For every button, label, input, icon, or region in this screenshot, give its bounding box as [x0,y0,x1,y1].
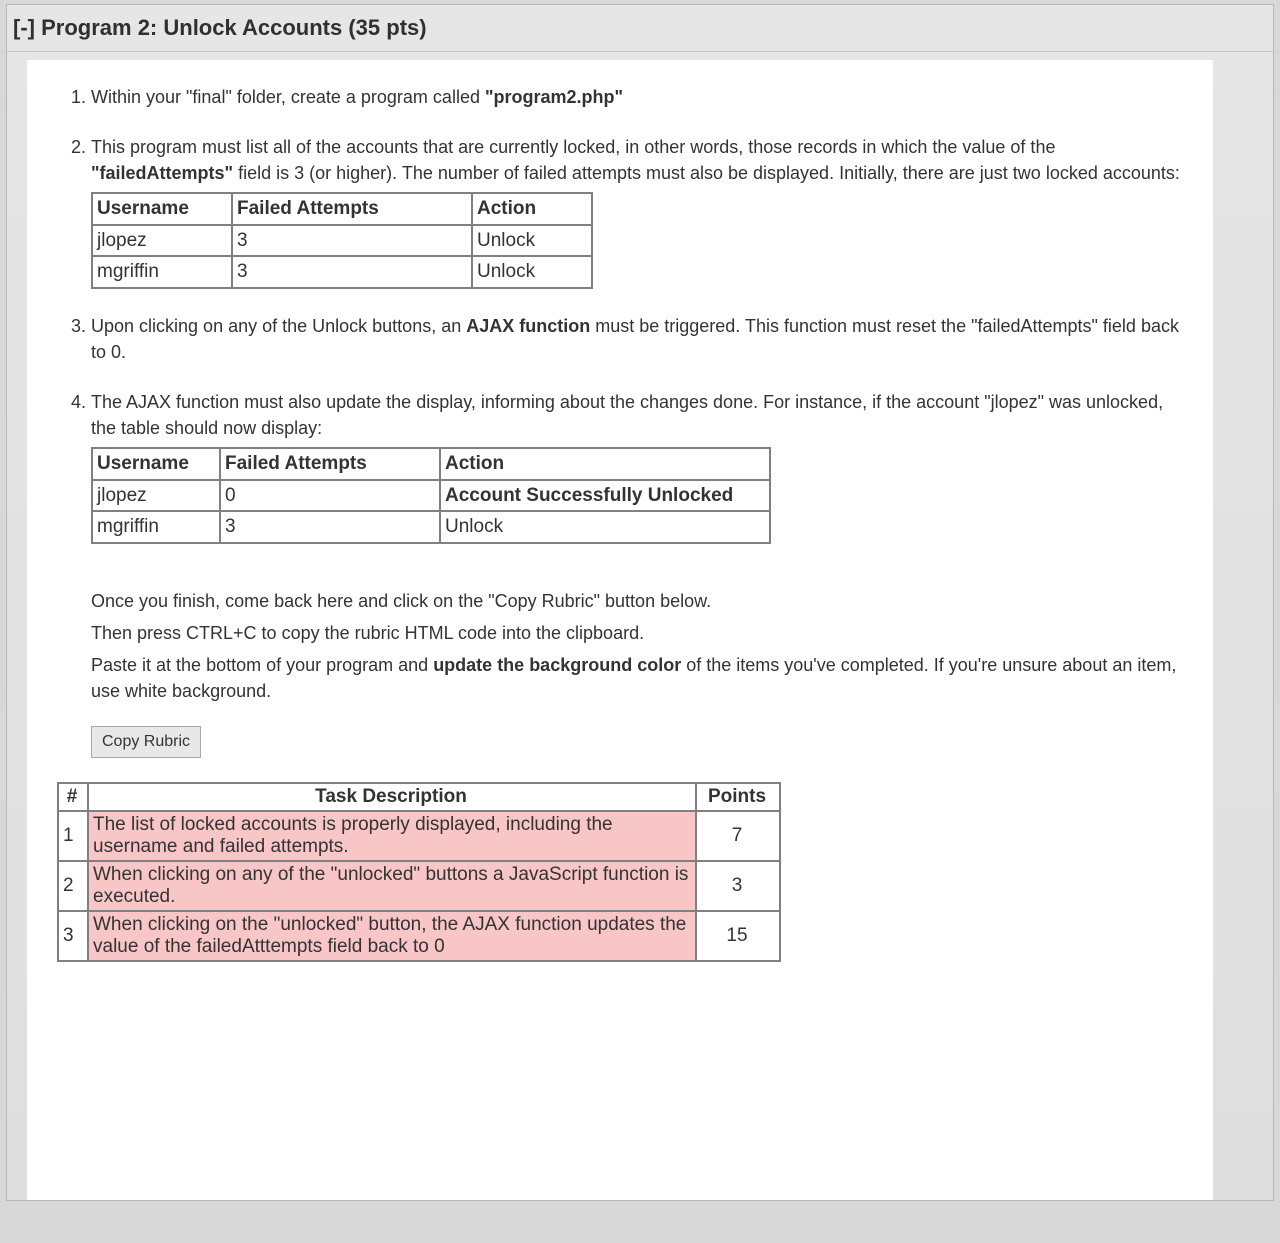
rubric-col-pts: Points [696,783,780,811]
cell-failed: 3 [232,256,472,288]
cell-action: Unlock [472,256,592,288]
table-row: mgriffin 3 Unlock [92,511,770,543]
step-2-text-b: field is 3 (or higher). The number of fa… [233,163,1180,183]
col-action: Action [472,193,592,225]
instr-line3: Paste it at the bottom of your program a… [91,652,1193,704]
rubric-pts: 7 [696,811,780,861]
step-2-text-a: This program must list all of the accoun… [91,137,1055,157]
cell-action-bold: Account Successfully Unlocked [445,485,733,506]
step-1: Within your "final" folder, create a pro… [91,84,1193,110]
col-failed: Failed Attempts [232,193,472,225]
section-panel: [-] Program 2: Unlock Accounts (35 pts) … [6,4,1274,1201]
rubric-col-desc: Task Description [88,783,696,811]
page-root: [-] Program 2: Unlock Accounts (35 pts) … [0,0,1280,1201]
cell-action: Unlock [440,511,770,543]
rubric-table: # Task Description Points 1 The list of … [57,782,781,962]
instr-line3-bold: update the background color [433,655,681,675]
rubric-pts: 15 [696,911,780,961]
rubric-desc: The list of locked accounts is properly … [88,811,696,861]
step-2-bold: "failedAttempts" [91,163,233,183]
step-3-text-a: Upon clicking on any of the Unlock butto… [91,316,466,336]
rubric-wrap: # Task Description Points 1 The list of … [57,782,1193,962]
cell-failed: 3 [220,511,440,543]
rubric-row: 2 When clicking on any of the "unlocked"… [58,861,780,911]
table-row: jlopez 0 Account Successfully Unlocked [92,480,770,512]
rubric-num: 3 [58,911,88,961]
col-username: Username [92,193,232,225]
content-area: Within your "final" folder, create a pro… [27,60,1213,1200]
locked-accounts-table-initial: Username Failed Attempts Action jlopez 3… [91,192,593,289]
toggle-symbol: [-] [13,15,35,40]
step-2: This program must list all of the accoun… [91,134,1193,289]
step-3: Upon clicking on any of the Unlock butto… [91,313,1193,365]
instr-line3-a: Paste it at the bottom of your program a… [91,655,433,675]
rubric-pts: 3 [696,861,780,911]
section-title: Program 2: Unlock Accounts (35 pts) [41,15,426,40]
rubric-num: 1 [58,811,88,861]
section-header: [-] Program 2: Unlock Accounts (35 pts) [7,5,1273,52]
table-header-row: Username Failed Attempts Action [92,193,592,225]
rubric-desc: When clicking on the "unlocked" button, … [88,911,696,961]
cell-username: jlopez [92,480,220,512]
step-1-text: Within your "final" folder, create a pro… [91,87,485,107]
rubric-num: 2 [58,861,88,911]
rubric-row: 3 When clicking on the "unlocked" button… [58,911,780,961]
instr-line2: Then press CTRL+C to copy the rubric HTM… [91,620,1193,646]
cell-failed: 0 [220,480,440,512]
instr-line1: Once you finish, come back here and clic… [91,588,1193,614]
col-action: Action [440,448,770,480]
cell-failed: 3 [232,225,472,257]
table-row: jlopez 3 Unlock [92,225,592,257]
cell-username: mgriffin [92,511,220,543]
rubric-header-row: # Task Description Points [58,783,780,811]
table-header-row: Username Failed Attempts Action [92,448,770,480]
locked-accounts-table-after: Username Failed Attempts Action jlopez 0… [91,447,771,544]
step-3-bold: AJAX function [466,316,590,336]
collapse-toggle[interactable]: [-] [13,15,35,40]
rubric-desc: When clicking on any of the "unlocked" b… [88,861,696,911]
cell-username: jlopez [92,225,232,257]
table-row: mgriffin 3 Unlock [92,256,592,288]
col-username: Username [92,448,220,480]
cell-action: Account Successfully Unlocked [440,480,770,512]
copy-rubric-button[interactable]: Copy Rubric [91,726,201,758]
col-failed: Failed Attempts [220,448,440,480]
step-4: The AJAX function must also update the d… [91,389,1193,544]
rubric-col-num: # [58,783,88,811]
step-1-bold: "program2.php" [485,87,623,107]
cell-action: Unlock [472,225,592,257]
step-4-text: The AJAX function must also update the d… [91,392,1163,438]
steps-list: Within your "final" folder, create a pro… [67,84,1193,544]
cell-username: mgriffin [92,256,232,288]
rubric-row: 1 The list of locked accounts is properl… [58,811,780,861]
